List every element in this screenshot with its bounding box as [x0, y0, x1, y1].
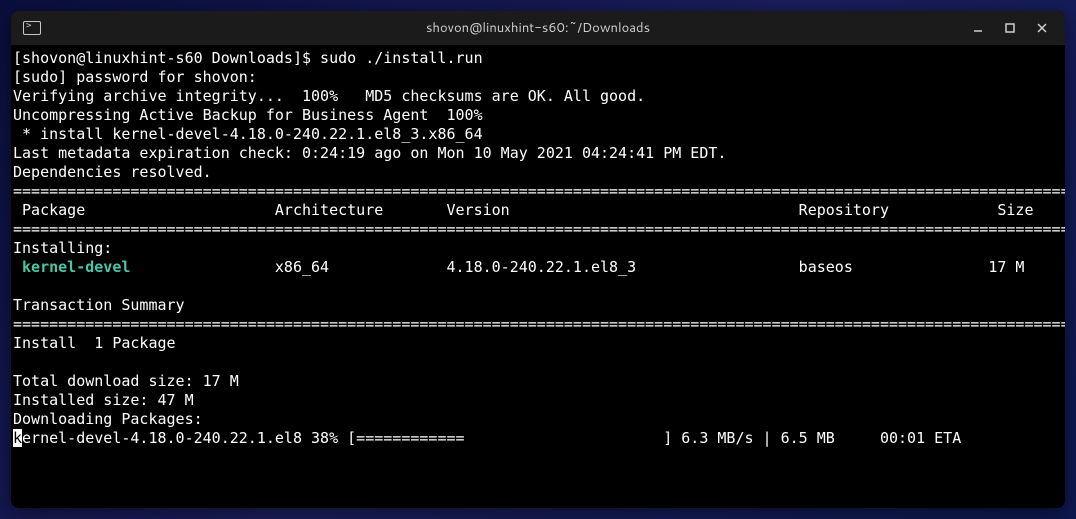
close-button[interactable]	[1033, 19, 1051, 37]
window-controls	[969, 19, 1057, 37]
summary-label: Transaction Summary	[13, 296, 185, 314]
terminal-icon	[23, 21, 41, 35]
titlebar[interactable]: shovon@linuxhint-s60:~/Downloads	[11, 11, 1065, 45]
installed-size: Installed size: 47 M	[13, 391, 194, 409]
sudo-password-line: [sudo] password for shovon:	[13, 68, 257, 86]
install-count: Install 1 Package	[13, 334, 176, 352]
package-details: x86_64 4.18.0-240.22.1.el8_3 baseos 17 M	[130, 258, 1024, 276]
verify-line: Verifying archive integrity... 100% MD5 …	[13, 87, 645, 105]
cursor: k	[13, 429, 22, 447]
separator-top: ========================================…	[13, 182, 1065, 200]
total-download-size: Total download size: 17 M	[13, 372, 239, 390]
prompt-line: [shovon@linuxhint-s60 Downloads]$ sudo .…	[13, 49, 483, 67]
uncompress-line: Uncompressing Active Backup for Business…	[13, 106, 483, 124]
package-name: kernel-devel	[13, 258, 130, 276]
installing-label: Installing:	[13, 239, 112, 257]
separator-mid: ========================================…	[13, 220, 1065, 238]
table-header: Package Architecture Version Repository …	[13, 201, 1033, 219]
install-kernel-line: * install kernel-devel-4.18.0-240.22.1.e…	[13, 125, 483, 143]
separator-bot: ========================================…	[13, 315, 1065, 333]
terminal-window: shovon@linuxhint-s60:~/Downloads [shovon…	[11, 11, 1065, 508]
minimize-button[interactable]	[969, 19, 987, 37]
maximize-button[interactable]	[1001, 19, 1019, 37]
download-progress: ernel-devel-4.18.0-240.22.1.el8 38% [===…	[22, 429, 961, 447]
terminal-output[interactable]: [shovon@linuxhint-s60 Downloads]$ sudo .…	[11, 45, 1065, 452]
deps-line: Dependencies resolved.	[13, 163, 212, 181]
metadata-line: Last metadata expiration check: 0:24:19 …	[13, 144, 726, 162]
downloading-label: Downloading Packages:	[13, 410, 203, 428]
window-title: shovon@linuxhint-s60:~/Downloads	[426, 19, 650, 37]
